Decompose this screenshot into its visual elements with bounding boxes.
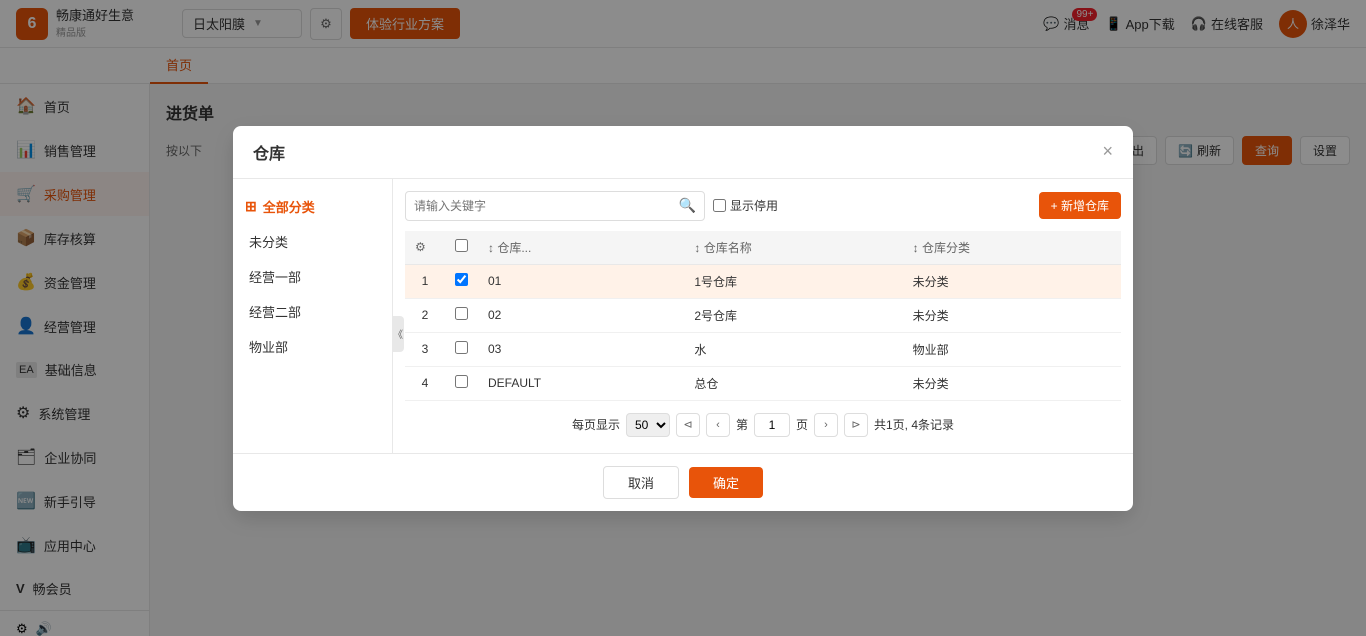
row-num: 2 xyxy=(405,298,445,332)
table-row[interactable]: 3 03 水 物业部 xyxy=(405,332,1121,366)
last-page-button[interactable]: ⊳ xyxy=(844,413,868,437)
table-row[interactable]: 4 DEFAULT 总仓 未分类 xyxy=(405,366,1121,400)
pagination: 每页显示 50 ⊲ ‹ 第 页 › ⊳ 共1页, 4条记录 xyxy=(405,401,1121,441)
row-checkbox-cell xyxy=(445,298,478,332)
table-row[interactable]: 2 02 2号仓库 未分类 xyxy=(405,298,1121,332)
categories-panel: ⊞ 全部分类 未分类 经营一部 经营二部 物业部 《 xyxy=(233,179,393,453)
per-page-label: 每页显示 xyxy=(572,416,620,433)
row-name: 2号仓库 xyxy=(684,298,902,332)
row-category: 未分类 xyxy=(903,298,1121,332)
warehouse-modal: 仓库 × ⊞ 全部分类 未分类 经营一部 经营二部 物业部 《 xyxy=(233,126,1133,511)
modal-overlay: 仓库 × ⊞ 全部分类 未分类 经营一部 经营二部 物业部 《 xyxy=(0,0,1366,636)
row-checkbox[interactable] xyxy=(455,341,468,354)
modal-close-button[interactable]: × xyxy=(1102,141,1113,162)
page-label: 第 xyxy=(736,416,748,433)
show-disabled-checkbox[interactable]: 显示停用 xyxy=(713,197,778,214)
category-item-unclassified[interactable]: 未分类 xyxy=(233,224,392,259)
row-checkbox-cell xyxy=(445,366,478,400)
row-category: 物业部 xyxy=(903,332,1121,366)
col-header-checkbox xyxy=(445,231,478,265)
search-box: 🔍 xyxy=(405,191,705,221)
modal-title: 仓库 xyxy=(253,140,285,164)
search-icon[interactable]: 🔍 xyxy=(679,197,696,214)
col-header-name: ↕ 仓库名称 xyxy=(684,231,902,265)
modal-header: 仓库 × xyxy=(233,126,1133,179)
col-header-code: ↕ 仓库... xyxy=(478,231,684,265)
row-code: DEFAULT xyxy=(478,366,684,400)
row-name: 总仓 xyxy=(684,366,902,400)
next-page-button[interactable]: › xyxy=(814,413,838,437)
row-name: 水 xyxy=(684,332,902,366)
table-row[interactable]: 1 01 1号仓库 未分类 xyxy=(405,264,1121,298)
page-number-input[interactable] xyxy=(754,413,790,437)
row-name: 1号仓库 xyxy=(684,264,902,298)
row-category: 未分类 xyxy=(903,366,1121,400)
row-checkbox[interactable] xyxy=(455,375,468,388)
table-scroll-area: ⚙ ↕ 仓库... ↕ 仓库名称 xyxy=(405,231,1121,401)
prev-page-button[interactable]: ‹ xyxy=(706,413,730,437)
per-page-select[interactable]: 50 xyxy=(626,413,670,437)
row-num: 1 xyxy=(405,264,445,298)
data-panel: 🔍 显示停用 + 新增仓库 ⚙ xyxy=(393,179,1133,453)
modal-body: ⊞ 全部分类 未分类 经营一部 经营二部 物业部 《 🔍 xyxy=(233,179,1133,453)
search-input[interactable] xyxy=(414,199,679,213)
add-warehouse-button[interactable]: + 新增仓库 xyxy=(1039,192,1121,219)
confirm-button[interactable]: 确定 xyxy=(689,467,763,498)
row-code: 03 xyxy=(478,332,684,366)
row-checkbox[interactable] xyxy=(455,307,468,320)
row-num: 3 xyxy=(405,332,445,366)
row-checkbox[interactable] xyxy=(455,273,468,286)
category-item-property[interactable]: 物业部 xyxy=(233,329,392,364)
page-suffix: 页 xyxy=(796,416,808,433)
grid-icon: ⊞ xyxy=(245,198,257,215)
total-info: 共1页, 4条记录 xyxy=(874,416,954,433)
first-page-button[interactable]: ⊲ xyxy=(676,413,700,437)
row-category: 未分类 xyxy=(903,264,1121,298)
row-checkbox-cell xyxy=(445,264,478,298)
row-code: 01 xyxy=(478,264,684,298)
cancel-button[interactable]: 取消 xyxy=(603,466,679,499)
col-header-gear: ⚙ xyxy=(405,231,445,265)
category-item-ops2[interactable]: 经营二部 xyxy=(233,294,392,329)
disabled-checkbox[interactable] xyxy=(713,199,726,212)
category-item-ops1[interactable]: 经营一部 xyxy=(233,259,392,294)
row-num: 4 xyxy=(405,366,445,400)
row-checkbox-cell xyxy=(445,332,478,366)
row-code: 02 xyxy=(478,298,684,332)
right-toolbar: 🔍 显示停用 + 新增仓库 xyxy=(405,191,1121,221)
col-header-category: ↕ 仓库分类 xyxy=(903,231,1121,265)
select-all-checkbox[interactable] xyxy=(455,239,468,252)
categories-header: ⊞ 全部分类 xyxy=(233,189,392,224)
collapse-panel-button[interactable]: 《 xyxy=(392,316,404,352)
modal-footer: 取消 确定 xyxy=(233,453,1133,511)
warehouse-table: ⚙ ↕ 仓库... ↕ 仓库名称 xyxy=(405,231,1121,401)
